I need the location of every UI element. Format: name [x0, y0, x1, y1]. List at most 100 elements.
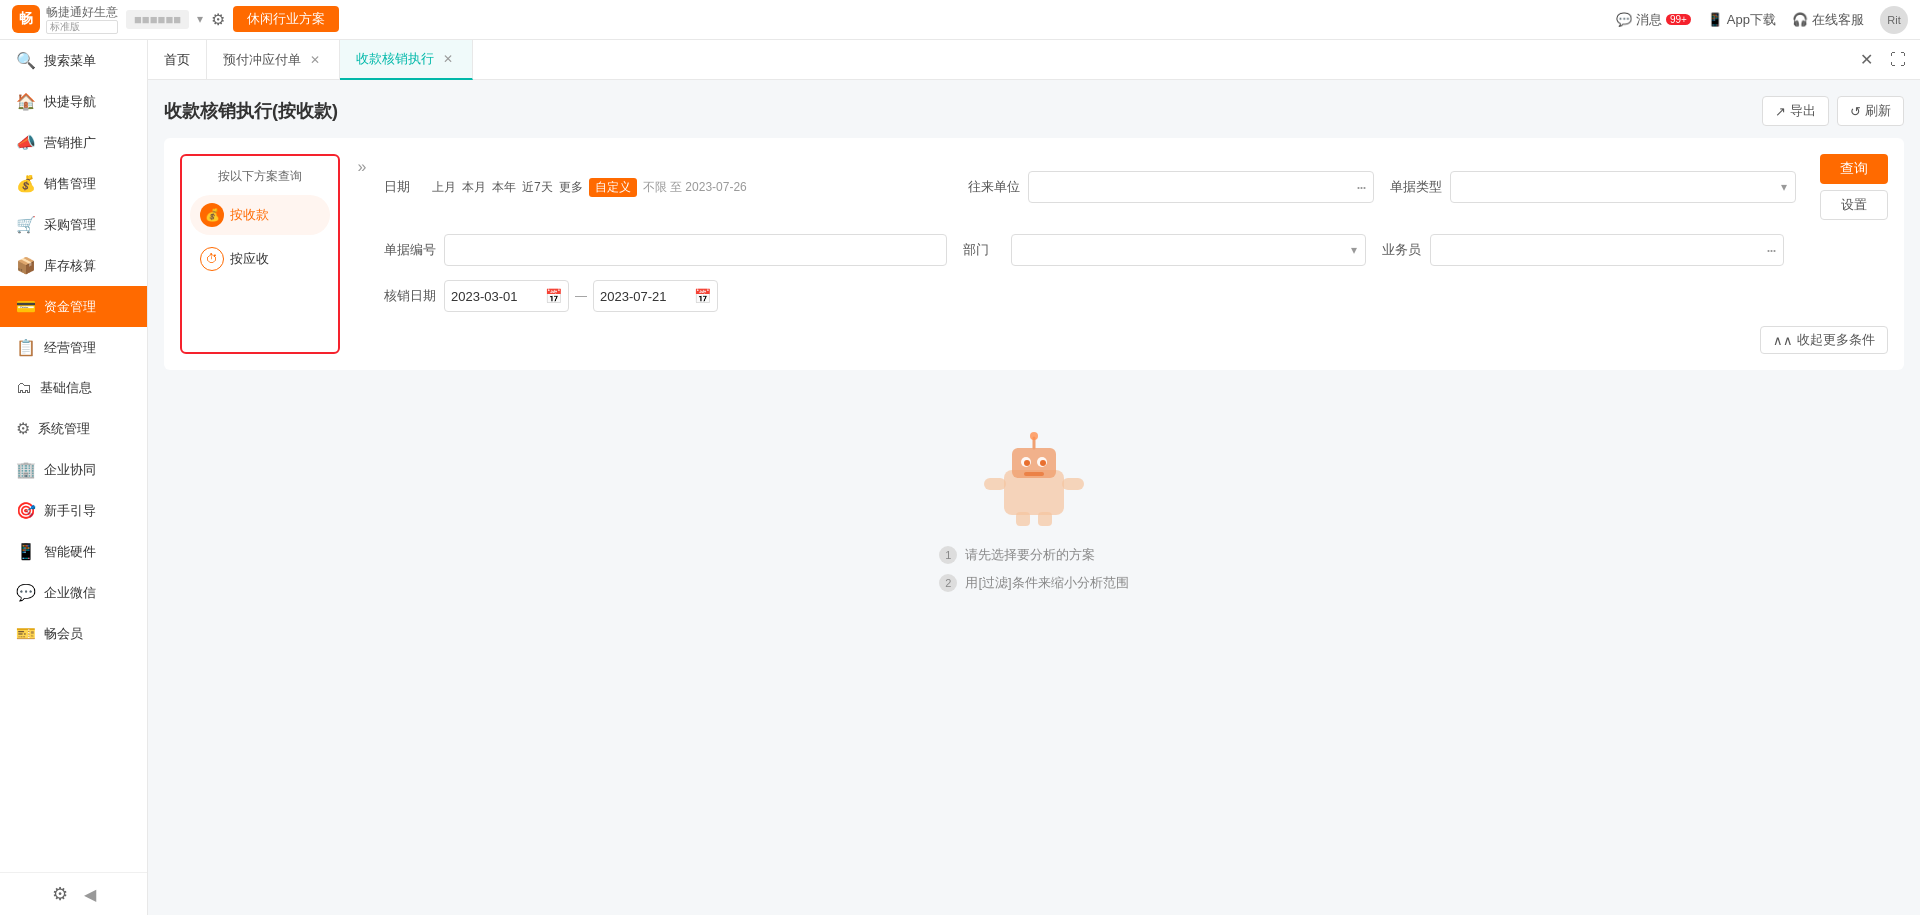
sidebar-item-system[interactable]: ⚙ 系统管理	[0, 408, 147, 449]
query-button[interactable]: 查询	[1820, 154, 1888, 184]
solution-button[interactable]: 休闲行业方案	[233, 6, 339, 32]
app-download-action[interactable]: 📱 App下载	[1707, 11, 1776, 29]
sidebar-item-finance[interactable]: 💳 资金管理	[0, 286, 147, 327]
empty-hints: 1 请先选择要分析的方案 2 用[过滤]条件来缩小分析范围	[939, 546, 1128, 592]
calendar-end-icon[interactable]: 📅	[694, 288, 711, 304]
sidebar-item-operations[interactable]: 📋 经营管理	[0, 327, 147, 368]
query-actions: 查询 设置	[1820, 154, 1888, 220]
online-service-label: 在线客服	[1812, 11, 1864, 29]
export-button[interactable]: ↗ 导出	[1762, 96, 1829, 126]
sidebar-item-shortcuts[interactable]: 🏠 快捷导航	[0, 81, 147, 122]
date-label: 日期	[384, 178, 424, 196]
bill-type-field: 单据类型 ▾	[1390, 171, 1796, 203]
sidebar-item-purchase[interactable]: 🛒 采购管理	[0, 204, 147, 245]
dept-dropdown-icon[interactable]: ▾	[1351, 243, 1357, 257]
empty-hint-2: 2 用[过滤]条件来缩小分析范围	[939, 574, 1128, 592]
sidebar-item-label: 销售管理	[44, 175, 96, 193]
empty-robot-illustration	[974, 430, 1094, 530]
verify-date-start-input[interactable]	[451, 289, 541, 304]
tab-prepay[interactable]: 预付冲应付单 ✕	[207, 40, 340, 80]
sidebar-item-marketing[interactable]: 📣 营销推广	[0, 122, 147, 163]
date-custom[interactable]: 自定义	[589, 178, 637, 197]
marketing-icon: 📣	[16, 133, 36, 152]
sidebar-bottom: ⚙ ◀	[0, 872, 147, 915]
bill-no-label: 单据编号	[384, 241, 436, 259]
header-right: 💬 消息 99+ 📱 App下载 🎧 在线客服 Rit	[1616, 6, 1908, 34]
filter-fields: 日期 上月 本月 本年 近7天 更多 自定义 不限 至 2023-07-26	[384, 154, 1888, 354]
bill-no-input[interactable]	[444, 234, 947, 266]
messages-label: 消息	[1636, 11, 1662, 29]
verify-date-start-wrap: 📅	[444, 280, 569, 312]
bill-type-dropdown-icon[interactable]: ▾	[1781, 180, 1787, 194]
sidebar-item-label: 采购管理	[44, 216, 96, 234]
avatar[interactable]: Rit	[1880, 6, 1908, 34]
collapse-filter-left-btn[interactable]: »	[352, 154, 372, 354]
verify-date-end-input[interactable]	[600, 289, 690, 304]
date-this-year[interactable]: 本年	[492, 179, 516, 196]
svg-point-12	[1030, 432, 1038, 440]
bill-type-label: 单据类型	[1390, 178, 1442, 196]
salesperson-more-btn[interactable]: ···	[1766, 240, 1775, 261]
sidebar-item-label: 企业微信	[44, 584, 96, 602]
sidebar-item-hardware[interactable]: 📱 智能硬件	[0, 531, 147, 572]
dropdown-icon[interactable]: ▾	[197, 12, 203, 26]
membership-icon: 🎫	[16, 624, 36, 643]
sidebar-item-membership[interactable]: 🎫 畅会员	[0, 613, 147, 654]
empty-state: 1 请先选择要分析的方案 2 用[过滤]条件来缩小分析范围	[164, 370, 1904, 652]
date-no-limit: 不限 至 2023-07-26	[643, 179, 747, 196]
collapse-more-row: ∧∧ 收起更多条件	[384, 326, 1888, 354]
sidebar: 🔍 搜索菜单 🏠 快捷导航 📣 营销推广 💰 销售管理 🛒 采购管理 📦 库存核…	[0, 40, 148, 915]
dept-field: 部门 ▾	[963, 234, 1365, 266]
content-area: 首页 预付冲应付单 ✕ 收款核销执行 ✕ ✕ ⛶ 收款核销执行(按收款)	[148, 40, 1920, 915]
home-icon: 🏠	[16, 92, 36, 111]
counterpart-more-btn[interactable]: ···	[1356, 177, 1365, 198]
tab-prepay-close[interactable]: ✕	[307, 52, 323, 68]
sidebar-item-label: 快捷导航	[44, 93, 96, 111]
filter-option-by-receivable[interactable]: ⏱ 按应收	[190, 239, 330, 279]
verify-date-end-wrap: 📅	[593, 280, 718, 312]
tab-maximize-btn[interactable]: ⛶	[1884, 46, 1912, 74]
sidebar-item-collab[interactable]: 🏢 企业协同	[0, 449, 147, 490]
message-badge: 99+	[1666, 14, 1691, 25]
sidebar-item-label: 企业协同	[44, 461, 96, 479]
sidebar-item-search[interactable]: 🔍 搜索菜单	[0, 40, 147, 81]
finance-icon: 💳	[16, 297, 36, 316]
hardware-icon: 📱	[16, 542, 36, 561]
setting-button[interactable]: 设置	[1820, 190, 1888, 220]
tab-close-btn[interactable]: ✕	[1852, 46, 1880, 74]
sidebar-settings-icon[interactable]: ⚙	[52, 883, 68, 905]
sidebar-item-label: 经营管理	[44, 339, 96, 357]
calendar-start-icon[interactable]: 📅	[545, 288, 562, 304]
tab-home[interactable]: 首页	[148, 40, 207, 80]
wechat-icon: 💬	[16, 583, 36, 602]
tab-receivable[interactable]: 收款核销执行 ✕	[340, 40, 473, 80]
sidebar-collapse-icon[interactable]: ◀	[84, 885, 96, 904]
sidebar-item-inventory[interactable]: 📦 库存核算	[0, 245, 147, 286]
date-more[interactable]: 更多	[559, 179, 583, 196]
svg-point-4	[1024, 460, 1030, 466]
date-last-month[interactable]: 上月	[432, 179, 456, 196]
inventory-icon: 📦	[16, 256, 36, 275]
filter-option-by-receipt[interactable]: 💰 按收款	[190, 195, 330, 235]
online-service-action[interactable]: 🎧 在线客服	[1792, 11, 1864, 29]
collapse-more-button[interactable]: ∧∧ 收起更多条件	[1760, 326, 1888, 354]
sales-icon: 💰	[16, 174, 36, 193]
sidebar-item-wechat[interactable]: 💬 企业微信	[0, 572, 147, 613]
filter-option-label: 按应收	[230, 250, 269, 268]
dept-label: 部门	[963, 241, 1003, 259]
filter-row-3: 核销日期 📅 — 📅	[384, 280, 1888, 312]
basic-info-icon: 🗂	[16, 379, 32, 397]
sidebar-item-basic-info[interactable]: 🗂 基础信息	[0, 368, 147, 408]
date-field: 日期 上月 本月 本年 近7天 更多 自定义 不限 至 2023-07-26	[384, 178, 952, 197]
date-7days[interactable]: 近7天	[522, 179, 553, 196]
date-this-month[interactable]: 本月	[462, 179, 486, 196]
filter-scheme-selector: 按以下方案查询 💰 按收款 ⏱ 按应收	[180, 154, 340, 354]
sidebar-item-sales[interactable]: 💰 销售管理	[0, 163, 147, 204]
settings-icon[interactable]: ⚙	[211, 10, 225, 29]
filter-panel: 按以下方案查询 💰 按收款 ⏱ 按应收 »	[164, 138, 1904, 370]
messages-action[interactable]: 💬 消息 99+	[1616, 11, 1691, 29]
refresh-button[interactable]: ↺ 刷新	[1837, 96, 1904, 126]
header-app-name: ■■■■■■	[126, 10, 189, 29]
tab-receivable-close[interactable]: ✕	[440, 51, 456, 67]
sidebar-item-guide[interactable]: 🎯 新手引导	[0, 490, 147, 531]
